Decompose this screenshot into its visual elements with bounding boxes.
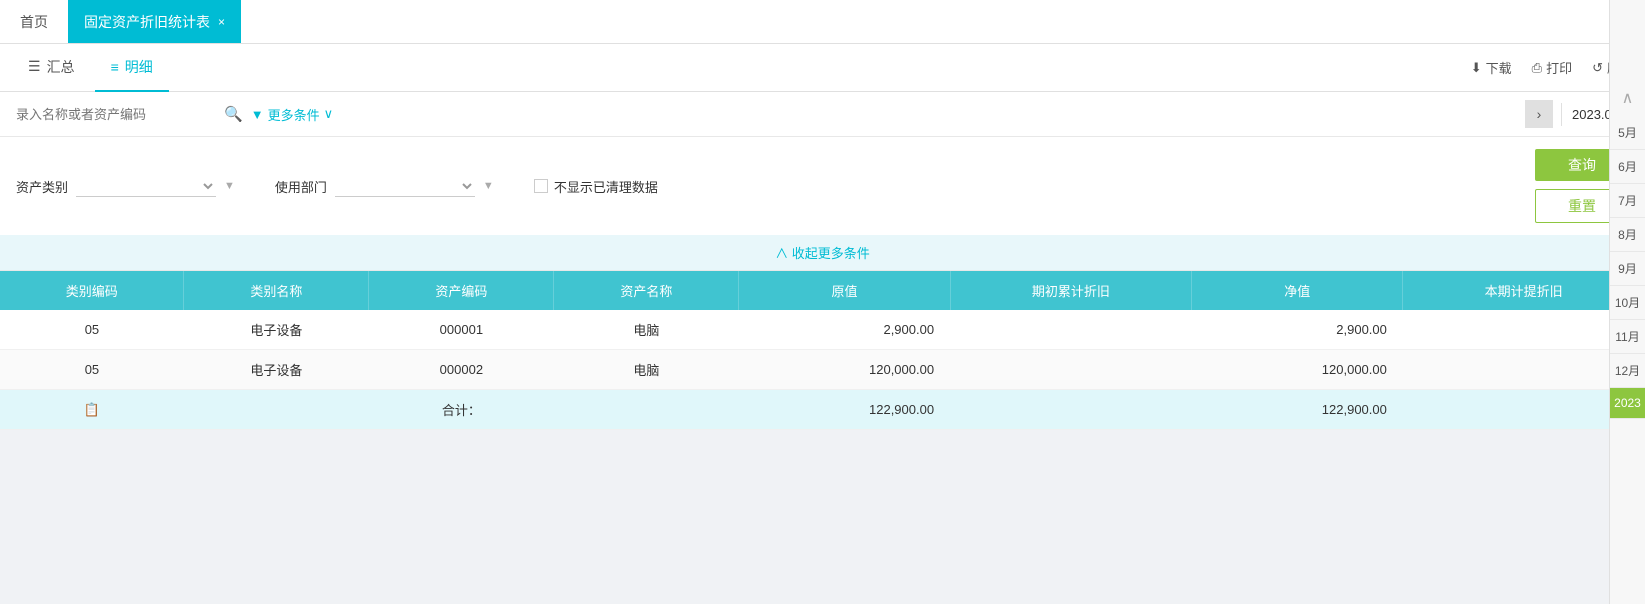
sidebar-month-5[interactable]: 5月 — [1610, 116, 1645, 150]
nav-tab-fixed-assets[interactable]: 固定资产折旧统计表 × — [68, 0, 241, 43]
top-nav: 首页 固定资产折旧统计表 × × — [0, 0, 1645, 44]
department-select[interactable] — [335, 175, 475, 197]
cell-accumulated-depreciation — [950, 310, 1192, 350]
cell-category-name: 电子设备 — [184, 310, 369, 350]
print-icon: ⎙ — [1532, 60, 1542, 76]
collapse-bar[interactable]: ∧ 收起更多条件 — [0, 235, 1645, 270]
department-label: 使用部门 — [275, 177, 327, 196]
data-table-container: 类别编码 类别名称 资产编码 资产名称 原值 期初累计折旧 净值 本期计提折旧 … — [0, 271, 1645, 430]
hide-cleared-field: 不显示已清理数据 — [534, 177, 658, 196]
sidebar-month-7[interactable]: 7月 — [1610, 184, 1645, 218]
nav-home[interactable]: 首页 — [0, 0, 68, 43]
tab-detail-label: 明细 — [125, 57, 153, 77]
cell-asset-code: 000001 — [369, 310, 554, 350]
table-row: 05 电子设备 000001 电脑 2,900.00 2,900.00 — [0, 310, 1645, 350]
col-asset-name: 资产名称 — [554, 271, 739, 310]
nav-tab-label: 固定资产折旧统计表 — [84, 12, 210, 32]
asset-category-label: 资产类别 — [16, 177, 68, 196]
department-chevron-icon: ▼ — [483, 180, 494, 192]
download-action[interactable]: ⬇ 下载 — [1471, 58, 1512, 77]
cell-net-value: 2,900.00 — [1192, 310, 1403, 350]
col-accumulated-depreciation: 期初累计折旧 — [950, 271, 1192, 310]
col-net-value: 净值 — [1192, 271, 1403, 310]
cell-asset-name: 电脑 — [554, 350, 739, 390]
sidebar-month-6[interactable]: 6月 — [1610, 150, 1645, 184]
data-table: 类别编码 类别名称 资产编码 资产名称 原值 期初累计折旧 净值 本期计提折旧 … — [0, 271, 1645, 430]
print-label: 打印 — [1546, 58, 1572, 77]
table-body: 05 电子设备 000001 电脑 2,900.00 2,900.00 05 电… — [0, 310, 1645, 430]
print-action[interactable]: ⎙ 打印 — [1532, 58, 1572, 77]
sidebar-month-11[interactable]: 11月 — [1610, 320, 1645, 354]
search-input[interactable] — [16, 107, 216, 122]
col-category-name: 类别名称 — [184, 271, 369, 310]
sidebar-year[interactable]: 2023 — [1610, 388, 1645, 419]
download-icon: ⬇ — [1471, 60, 1482, 76]
cell-net-value: 120,000.00 — [1192, 350, 1403, 390]
asset-category-select[interactable] — [76, 175, 216, 197]
main-wrapper: ☰ 汇总 ≡ 明细 ⬇ 下载 ⎙ 打印 ↺ 刷新 — [0, 44, 1645, 604]
filter-row: 资产类别 ▼ 使用部门 ▼ 不显示已清理数据 — [16, 149, 1629, 235]
more-conditions-label: 更多条件 — [268, 105, 320, 124]
tab-summary[interactable]: ☰ 汇总 — [12, 44, 91, 92]
sidebar-month-10[interactable]: 10月 — [1610, 286, 1645, 320]
cell-original-value: 120,000.00 — [739, 350, 950, 390]
total-label: 合计： — [184, 390, 739, 430]
total-original-value: 122,900.00 — [739, 390, 950, 430]
total-net-value: 122,900.00 — [1192, 390, 1403, 430]
refresh-icon: ↺ — [1592, 60, 1603, 76]
summary-icon: ☰ — [28, 58, 41, 75]
main-content: ☰ 汇总 ≡ 明细 ⬇ 下载 ⎙ 打印 ↺ 刷新 — [0, 44, 1645, 604]
search-icon[interactable]: 🔍 — [224, 105, 243, 123]
table-row: 05 电子设备 000002 电脑 120,000.00 120,000.00 — [0, 350, 1645, 390]
hide-cleared-checkbox[interactable] — [534, 179, 548, 193]
sub-tabs-left: ☰ 汇总 ≡ 明细 — [12, 44, 169, 92]
cell-category-code: 05 — [0, 310, 184, 350]
cell-original-value: 2,900.00 — [739, 310, 950, 350]
right-sidebar: ∧ 5月 6月 7月 8月 9月 10月 11月 12月 2023 — [1609, 0, 1645, 604]
filter-icon: ▼ — [251, 107, 264, 122]
col-category-code: 类别编码 — [0, 271, 184, 310]
total-icon: 📋 — [0, 390, 184, 430]
sub-tabs-bar: ☰ 汇总 ≡ 明细 ⬇ 下载 ⎙ 打印 ↺ 刷新 — [0, 44, 1645, 92]
chevron-down-icon: ∨ — [324, 106, 334, 122]
nav-right-arrow-button[interactable]: › — [1525, 100, 1553, 128]
col-asset-code: 资产编码 — [369, 271, 554, 310]
hide-cleared-label: 不显示已清理数据 — [554, 177, 658, 196]
cell-accumulated-depreciation — [950, 350, 1192, 390]
department-field: 使用部门 ▼ — [275, 175, 494, 197]
advanced-filter-panel: 资产类别 ▼ 使用部门 ▼ 不显示已清理数据 — [0, 137, 1645, 271]
nav-tab-close-icon[interactable]: × — [218, 15, 225, 29]
sidebar-month-9[interactable]: 9月 — [1610, 252, 1645, 286]
col-original-value: 原值 — [739, 271, 950, 310]
more-conditions-button[interactable]: ▼ 更多条件 ∨ — [251, 105, 333, 124]
asset-category-field: 资产类别 ▼ — [16, 175, 235, 197]
tab-summary-label: 汇总 — [47, 57, 75, 77]
sidebar-month-8[interactable]: 8月 — [1610, 218, 1645, 252]
cell-category-code: 05 — [0, 350, 184, 390]
asset-category-chevron-icon: ▼ — [224, 180, 235, 192]
table-header-row: 类别编码 类别名称 资产编码 资产名称 原值 期初累计折旧 净值 本期计提折旧 — [0, 271, 1645, 310]
cell-category-name: 电子设备 — [184, 350, 369, 390]
cell-asset-code: 000002 — [369, 350, 554, 390]
download-label: 下载 — [1486, 58, 1512, 77]
filter-bar: 🔍 ▼ 更多条件 ∨ › 2023.01 — [0, 92, 1645, 137]
cell-asset-name: 电脑 — [554, 310, 739, 350]
detail-icon: ≡ — [111, 59, 119, 75]
sidebar-month-12[interactable]: 12月 — [1610, 354, 1645, 388]
sidebar-up-arrow[interactable]: ∧ — [1622, 80, 1634, 116]
tab-detail[interactable]: ≡ 明细 — [95, 44, 169, 92]
total-accumulated-depreciation — [950, 390, 1192, 430]
table-total-row: 📋 合计： 122,900.00 122,900.00 — [0, 390, 1645, 430]
